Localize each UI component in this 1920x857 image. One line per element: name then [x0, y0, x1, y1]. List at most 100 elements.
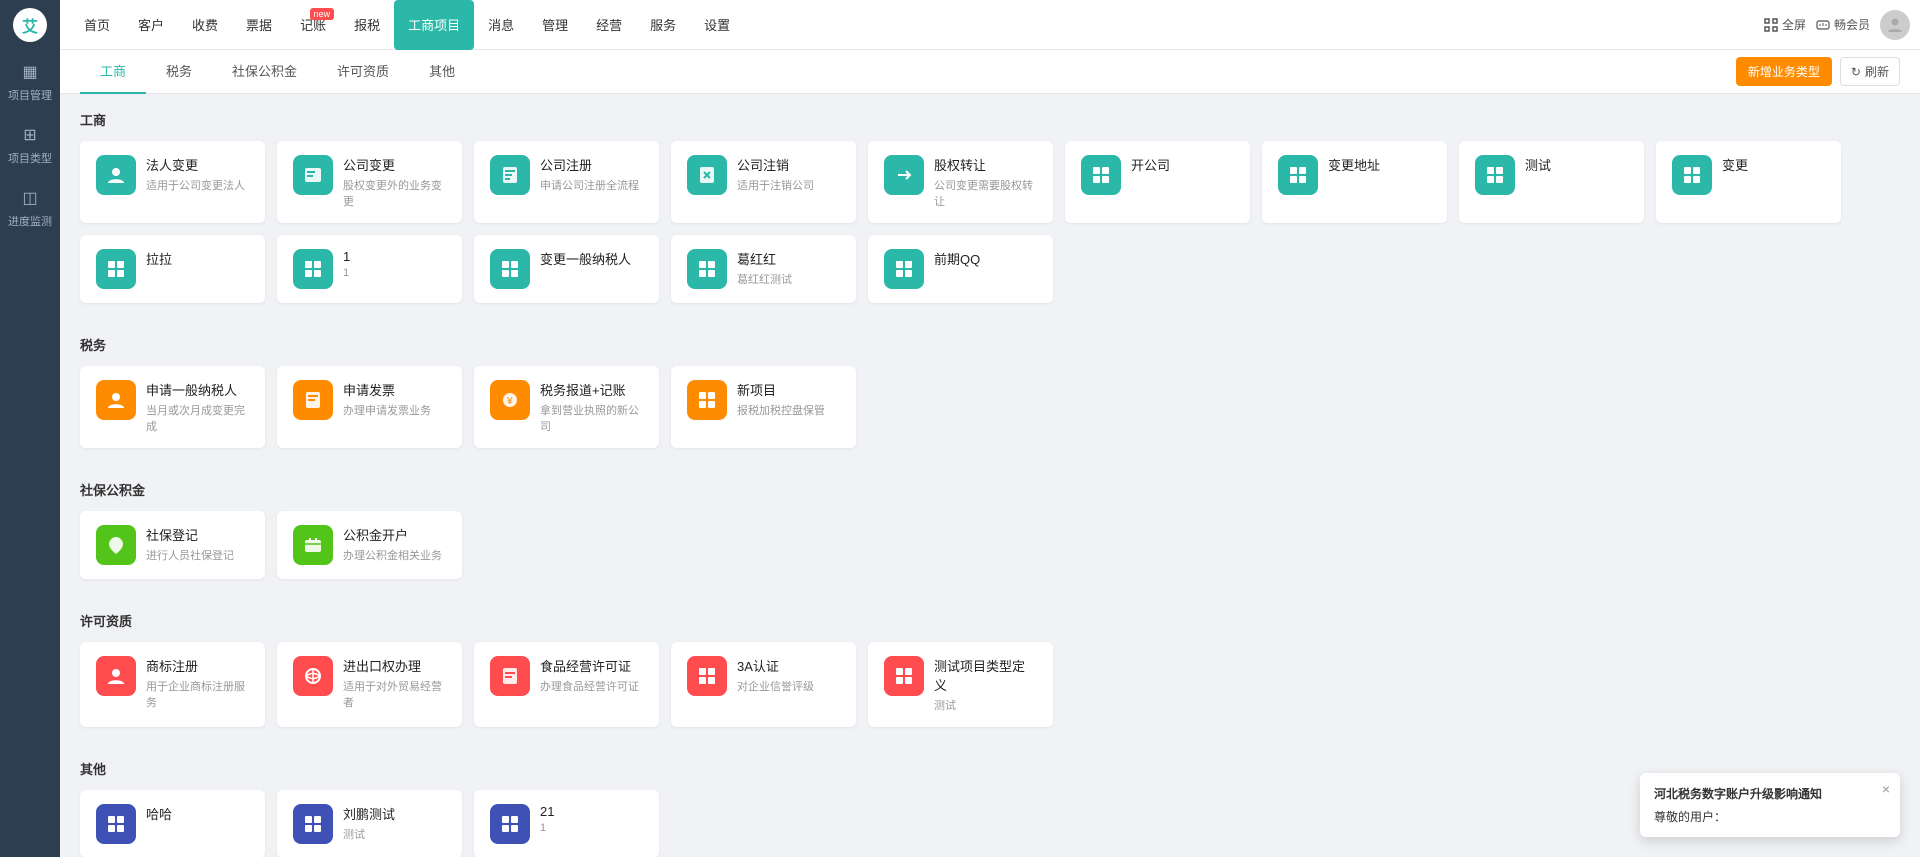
card-title: 社保登记: [146, 525, 249, 544]
nav-ticket[interactable]: 票据: [232, 0, 286, 50]
card-company-cancel[interactable]: 公司注销 适用于注销公司: [671, 141, 856, 223]
card-equity-transfer[interactable]: 股权转让 公司变更需要股权转让: [868, 141, 1053, 223]
tab-permit[interactable]: 许可资质: [317, 50, 409, 94]
card-desc: 测试: [934, 697, 1037, 713]
card-import-export[interactable]: 进出口权办理 适用于对外贸易经营者: [277, 642, 462, 727]
card-test-project-type[interactable]: 测试项目类型定义 测试: [868, 642, 1053, 727]
card-former-qq[interactable]: 前期QQ: [868, 235, 1053, 303]
card-change1[interactable]: 变更: [1656, 141, 1841, 223]
main-container: 首页 客户 收费 票据 记账 new 报税 工商项目 消息 管理 经营 服务 设…: [60, 0, 1920, 857]
card-title: 变更地址: [1328, 155, 1431, 174]
top-navigation: 首页 客户 收费 票据 记账 new 报税 工商项目 消息 管理 经营 服务 设…: [60, 0, 1920, 50]
card-apply-taxpayer[interactable]: 申请一般纳税人 当月或次月成变更完成: [80, 366, 265, 448]
card-lala[interactable]: 拉拉: [80, 235, 265, 303]
card-open-company[interactable]: 开公司: [1065, 141, 1250, 223]
section-tax: 税务 申请一般纳税人 当月或次月成变更完成: [60, 319, 1920, 448]
card-desc: 适用于注销公司: [737, 177, 840, 193]
industry-cards-grid: 法人变更 适用于公司变更法人 公司变更 股权变更外的业务变更: [80, 141, 1900, 303]
card-title: 21: [540, 804, 643, 819]
card-tax-report-bookkeeping[interactable]: ¥ 税务报道+记账 拿到营业执照的新公司: [474, 366, 659, 448]
tab-social[interactable]: 社保公积金: [212, 50, 317, 94]
card-test1[interactable]: 测试: [1459, 141, 1644, 223]
nav-service[interactable]: 服务: [636, 0, 690, 50]
tab-tax[interactable]: 税务: [146, 50, 212, 94]
card-desc: 公司变更需要股权转让: [934, 177, 1037, 209]
nav-operation[interactable]: 经营: [582, 0, 636, 50]
change1-icon: [1672, 155, 1712, 195]
card-company-change[interactable]: 公司变更 股权变更外的业务变更: [277, 141, 462, 223]
apply-invoice-icon: [293, 380, 333, 420]
nav-tax[interactable]: 报税: [340, 0, 394, 50]
nav-manage[interactable]: 管理: [528, 0, 582, 50]
card-gehonghong[interactable]: 葛红红 葛红红测试: [671, 235, 856, 303]
fullscreen-button[interactable]: 全屏: [1764, 16, 1806, 33]
tab-bar: 工商 税务 社保公积金 许可资质 其他 新增业务类型 ↻ 刷新: [60, 50, 1920, 94]
card-provident-fund[interactable]: 公积金开户 办理公积金相关业务: [277, 511, 462, 579]
card-change-address[interactable]: 变更地址: [1262, 141, 1447, 223]
tab-industry[interactable]: 工商: [80, 50, 146, 94]
card-num21[interactable]: 21 1: [474, 790, 659, 857]
refresh-icon: ↻: [1851, 65, 1861, 79]
change-address-icon: [1278, 155, 1318, 195]
nav-bookkeeping[interactable]: 记账 new: [286, 0, 340, 50]
nav-home[interactable]: 首页: [70, 0, 124, 50]
card-company-register[interactable]: 公司注册 申请公司注册全流程: [474, 141, 659, 223]
section-social-title: 社保公积金: [80, 480, 1900, 499]
card-desc: 1: [540, 822, 643, 834]
card-apply-invoice[interactable]: 申请发票 办理申请发票业务: [277, 366, 462, 448]
card-desc: 当月或次月成变更完成: [146, 402, 249, 434]
sidebar-item-project-type[interactable]: ⊞ 项目类型: [0, 113, 60, 176]
card-title: 变更一般纳税人: [540, 249, 643, 268]
sidebar-item-project-manage[interactable]: ▦ 项目管理: [0, 50, 60, 113]
refresh-button[interactable]: ↻ 刷新: [1840, 57, 1900, 86]
3a-cert-icon: [687, 656, 727, 696]
vip-button[interactable]: 畅会员: [1816, 16, 1870, 33]
card-change-taxpayer[interactable]: 变更一般纳税人: [474, 235, 659, 303]
content-wrapper: 工商 税务 社保公积金 许可资质 其他 新增业务类型 ↻ 刷新 工商: [60, 50, 1920, 857]
add-type-button[interactable]: 新增业务类型: [1736, 57, 1832, 86]
tab-other[interactable]: 其他: [409, 50, 475, 94]
vip-icon: [1816, 18, 1830, 32]
sidebar-item-progress-monitor[interactable]: ◫ 进度监测: [0, 176, 60, 239]
user-icon: [1886, 16, 1904, 34]
permit-cards-grid: 商标注册 用于企业商标注册服务 进出口权办理 适用于对外贸易经营者: [80, 642, 1900, 727]
card-title: 变更: [1722, 155, 1825, 174]
card-food-permit[interactable]: 食品经营许可证 办理食品经营许可证: [474, 642, 659, 727]
card-social-register[interactable]: 社保登记 进行人员社保登记: [80, 511, 265, 579]
card-haha[interactable]: 哈哈: [80, 790, 265, 857]
nav-settings[interactable]: 设置: [690, 0, 744, 50]
card-desc: 葛红红测试: [737, 271, 840, 287]
new-project-icon: [687, 380, 727, 420]
notification-title: 河北税务数字账户升级影响通知: [1654, 785, 1886, 802]
liupeng-test-icon: [293, 804, 333, 844]
svg-text:¥: ¥: [506, 396, 513, 407]
card-desc: 办理公积金相关业务: [343, 547, 446, 563]
card-new-project[interactable]: 新项目 报税加税控盘保管: [671, 366, 856, 448]
nav-billing[interactable]: 收费: [178, 0, 232, 50]
nav-message[interactable]: 消息: [474, 0, 528, 50]
sidebar-item-label: 项目类型: [8, 150, 52, 166]
user-avatar[interactable]: [1880, 10, 1910, 40]
card-3a-cert[interactable]: 3A认证 对企业信誉评级: [671, 642, 856, 727]
card-num1[interactable]: 1 1: [277, 235, 462, 303]
social-cards-grid: 社保登记 进行人员社保登记 公积金开户 办理公积金相关业务: [80, 511, 1900, 579]
project-type-icon: ⊞: [16, 123, 44, 147]
notification-close-button[interactable]: ×: [1882, 781, 1890, 797]
card-trademark[interactable]: 商标注册 用于企业商标注册服务: [80, 642, 265, 727]
card-title: 法人变更: [146, 155, 249, 174]
card-title: 申请发票: [343, 380, 446, 399]
card-title: 3A认证: [737, 656, 840, 675]
content-area: 工商 法人变更 适用于公司变更法人: [60, 94, 1920, 857]
card-liupeng-test[interactable]: 刘鹏测试 测试: [277, 790, 462, 857]
haha-icon: [96, 804, 136, 844]
nav-industry[interactable]: 工商项目: [394, 0, 474, 50]
section-social: 社保公积金 社保登记 进行人员社保登记: [60, 464, 1920, 579]
change-taxpayer-icon: [490, 249, 530, 289]
card-desc: 办理食品经营许可证: [540, 678, 643, 694]
test1-icon: [1475, 155, 1515, 195]
card-legal-change[interactable]: 法人变更 适用于公司变更法人: [80, 141, 265, 223]
nav-customer[interactable]: 客户: [124, 0, 178, 50]
card-title: 公司注册: [540, 155, 643, 174]
tab-bar-actions: 新增业务类型 ↻ 刷新: [1736, 57, 1900, 86]
card-desc: 股权变更外的业务变更: [343, 177, 446, 209]
